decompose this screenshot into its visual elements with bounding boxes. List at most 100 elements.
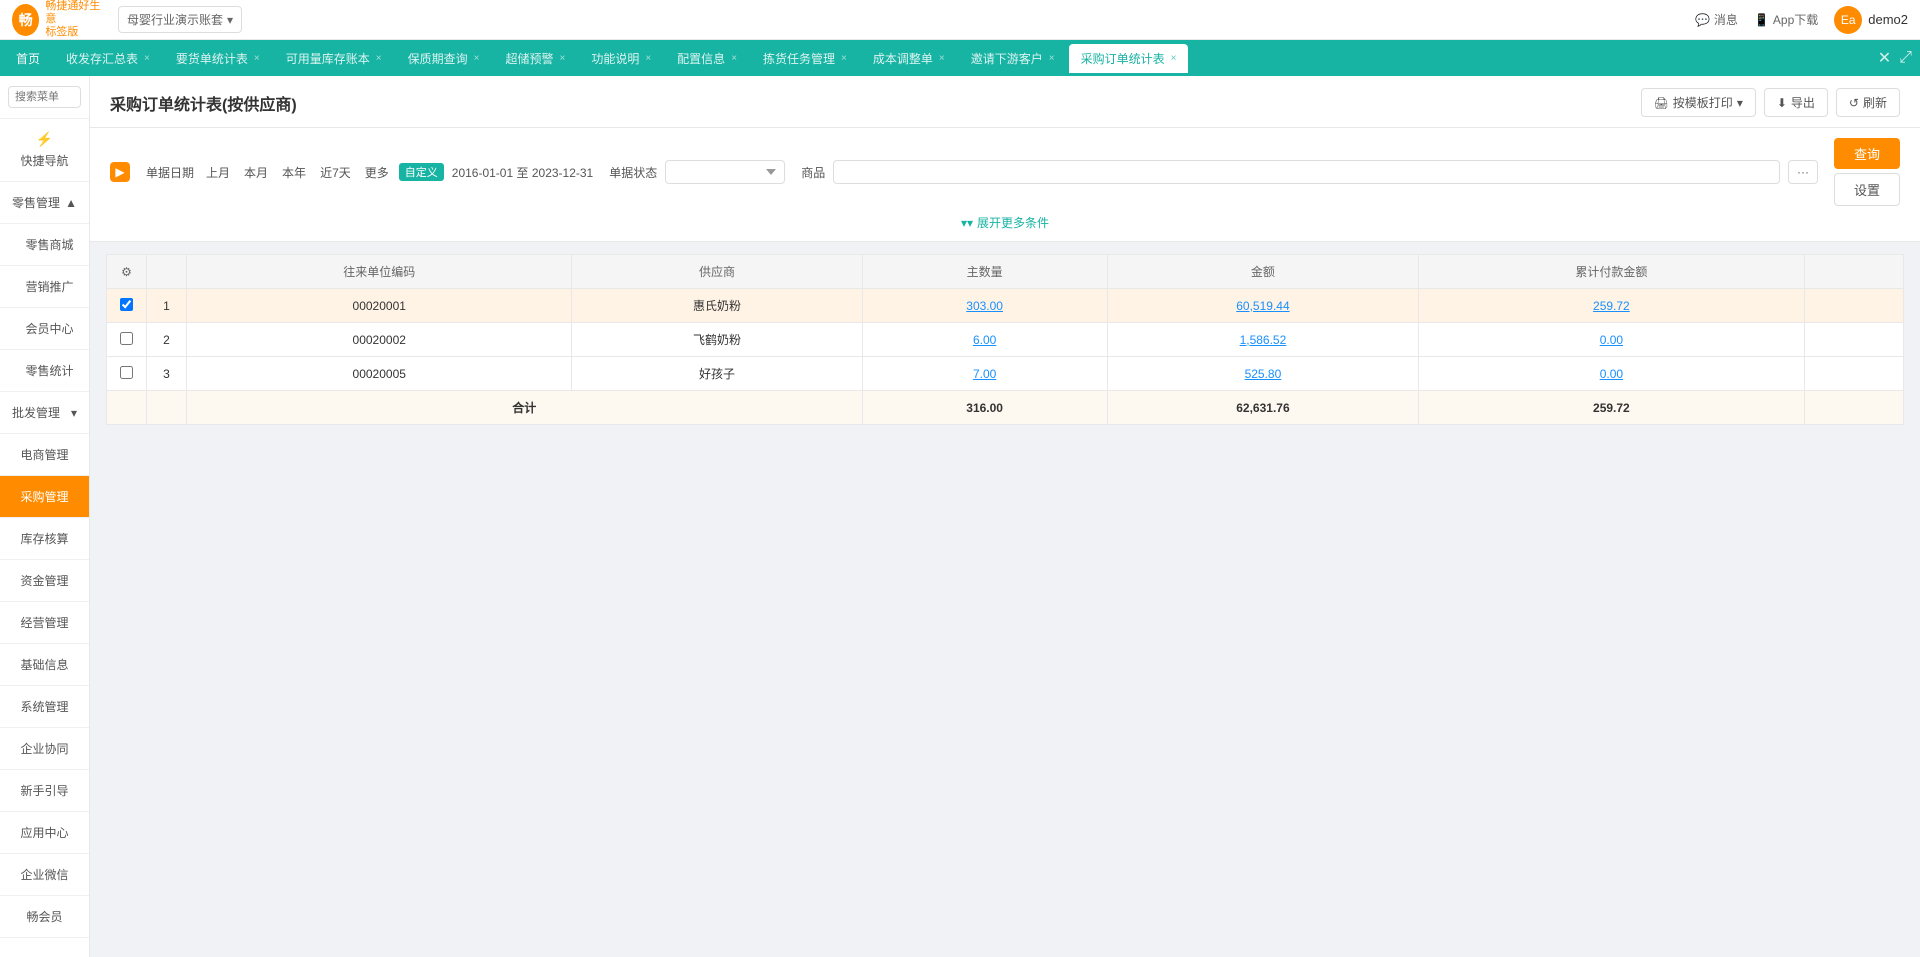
goods-input[interactable]	[833, 160, 1780, 184]
date-shortcuts: 上月 本月 本年 近7天 更多 自定义	[202, 162, 444, 183]
sidebar-item-retail-mgmt[interactable]: 零售管理 ▲	[0, 182, 89, 224]
row-amount: 1,586.52	[1107, 323, 1418, 357]
close-icon[interactable]: ×	[841, 53, 847, 64]
amount-link[interactable]: 525.80	[1245, 367, 1282, 381]
tab-kuyongliang[interactable]: 可用量库存账本 ×	[274, 44, 394, 73]
row-select-checkbox[interactable]	[120, 298, 133, 311]
table-row[interactable]: 2 00020002 飞鹤奶粉 6.00 1,586.52 0.00	[107, 323, 1904, 357]
goods-ellipsis-button[interactable]: ···	[1788, 160, 1818, 184]
sidebar-item-retail-mall[interactable]: 零售商城	[0, 224, 89, 266]
amount-link[interactable]: 1,586.52	[1240, 333, 1287, 347]
tab-jianhuo[interactable]: 拣货任务管理 ×	[751, 44, 859, 73]
maximize-icon[interactable]: ⤢	[1899, 49, 1912, 67]
search-input[interactable]	[8, 86, 81, 108]
row-select-checkbox[interactable]	[120, 332, 133, 345]
tab-home[interactable]: 首页	[4, 44, 52, 73]
tab-chaochu[interactable]: 超储预警 ×	[493, 44, 577, 73]
7days-shortcut[interactable]: 近7天	[316, 162, 355, 183]
paid-link[interactable]: 0.00	[1600, 333, 1623, 347]
refresh-button[interactable]: ↺ 刷新	[1836, 88, 1900, 117]
app-download-button[interactable]: 📱 App下载	[1754, 11, 1818, 28]
tab-yaoqing[interactable]: 邀请下游客户 ×	[959, 44, 1067, 73]
close-icon[interactable]: ×	[1049, 53, 1055, 64]
close-window-icon[interactable]: ✕	[1878, 48, 1891, 68]
tab-baozhi[interactable]: 保质期查询 ×	[396, 44, 492, 73]
sidebar-item-wholesale[interactable]: 批发管理 ▾	[0, 392, 89, 434]
close-icon[interactable]: ×	[474, 53, 480, 64]
status-select[interactable]	[665, 160, 785, 184]
tab-peizhi[interactable]: 配置信息 ×	[665, 44, 749, 73]
more-shortcut[interactable]: 更多	[361, 162, 393, 183]
prev-month-shortcut[interactable]: 上月	[202, 162, 234, 183]
row-extra	[1804, 357, 1903, 391]
table-row[interactable]: 3 00020005 好孩子 7.00 525.80 0.00	[107, 357, 1904, 391]
tab-chengben[interactable]: 成本调整单 ×	[861, 44, 957, 73]
tab-caigou-active[interactable]: 采购订单统计表 ×	[1069, 44, 1189, 73]
close-icon[interactable]: ×	[731, 53, 737, 64]
sidebar-item-marketing[interactable]: 营销推广	[0, 266, 89, 308]
top-bar: 畅 畅捷通好生意 标签版 母婴行业演示账套 ▾ 💬 消息 📱 App下载 Ea …	[0, 0, 1920, 40]
row-checkbox[interactable]	[107, 323, 147, 357]
sidebar-item-finance[interactable]: 资金管理	[0, 560, 89, 602]
custom-badge: 自定义	[399, 163, 444, 181]
sidebar-item-ecom[interactable]: 电商管理	[0, 434, 89, 476]
close-icon[interactable]: ×	[254, 53, 260, 64]
paid-link[interactable]: 259.72	[1593, 299, 1630, 313]
this-month-shortcut[interactable]: 本月	[240, 162, 272, 183]
sidebar-search-area[interactable]	[0, 76, 89, 119]
column-settings-icon[interactable]: ⚙	[121, 265, 132, 279]
sidebar-item-quicknav[interactable]: ⚡ 快捷导航	[0, 119, 89, 182]
close-icon[interactable]: ×	[1171, 53, 1177, 64]
row-select-checkbox[interactable]	[120, 366, 133, 379]
row-checkbox[interactable]	[107, 357, 147, 391]
query-button[interactable]: 查询	[1834, 138, 1900, 169]
close-icon[interactable]: ×	[645, 53, 651, 64]
export-button[interactable]: ⬇ 导出	[1764, 88, 1828, 117]
workspace-selector[interactable]: 母婴行业演示账套 ▾	[118, 6, 242, 33]
sidebar-item-appstore[interactable]: 应用中心	[0, 812, 89, 854]
goods-filter-group: 商品 ···	[801, 160, 1818, 184]
close-icon[interactable]: ×	[939, 53, 945, 64]
settings-button[interactable]: 设置	[1834, 173, 1900, 206]
sidebar-item-collab[interactable]: 企业协同	[0, 728, 89, 770]
tab-gongneng[interactable]: 功能说明 ×	[579, 44, 663, 73]
content-area: 采购订单统计表(按供应商) 🖨 按模板打印 ▾ ⬇ 导出 ↺ 刷新	[90, 76, 1920, 957]
sidebar-item-basic-info[interactable]: 基础信息	[0, 644, 89, 686]
username-label: demo2	[1868, 12, 1908, 27]
message-button[interactable]: 💬 消息	[1695, 11, 1738, 28]
sidebar-item-newguide[interactable]: 新手引导	[0, 770, 89, 812]
nav-tabs-actions: ✕ ⤢	[1878, 48, 1916, 68]
table-footer-row: 合计 316.00 62,631.76 259.72	[107, 391, 1904, 425]
print-button[interactable]: 🖨 按模板打印 ▾	[1641, 88, 1756, 117]
sidebar-item-purchase[interactable]: 采购管理	[0, 476, 89, 518]
qty-link[interactable]: 6.00	[973, 333, 996, 347]
data-table: ⚙ 往来单位编码 供应商 主数量 金额 累计付款金额	[106, 254, 1904, 425]
sidebar-item-system[interactable]: 系统管理	[0, 686, 89, 728]
footer-amount: 62,631.76	[1107, 391, 1418, 425]
sidebar-item-wechat-work[interactable]: 企业微信	[0, 854, 89, 896]
sidebar-item-member-vip[interactable]: 畅会员	[0, 896, 89, 938]
footer-extra	[1804, 391, 1903, 425]
row-unit-code: 00020005	[187, 357, 572, 391]
amount-link[interactable]: 60,519.44	[1236, 299, 1289, 313]
expand-more-button[interactable]: ▾▾ 展开更多条件	[961, 214, 1049, 231]
tab-yaohuo[interactable]: 要货单统计表 ×	[164, 44, 272, 73]
sidebar-item-member[interactable]: 会员中心	[0, 308, 89, 350]
table-row[interactable]: 1 00020001 惠氏奶粉 303.00 60,519.44 259.72	[107, 289, 1904, 323]
user-area[interactable]: Ea demo2	[1834, 6, 1908, 34]
qty-link[interactable]: 7.00	[973, 367, 996, 381]
row-checkbox[interactable]	[107, 289, 147, 323]
sidebar-item-operations[interactable]: 经营管理	[0, 602, 89, 644]
close-icon[interactable]: ×	[376, 53, 382, 64]
paid-link[interactable]: 0.00	[1600, 367, 1623, 381]
close-icon[interactable]: ×	[559, 53, 565, 64]
qty-link[interactable]: 303.00	[966, 299, 1003, 313]
this-year-shortcut[interactable]: 本年	[278, 162, 310, 183]
sidebar-item-retail-stats[interactable]: 零售统计	[0, 350, 89, 392]
tab-shoufacun[interactable]: 收发存汇总表 ×	[54, 44, 162, 73]
sidebar-item-inventory[interactable]: 库存核算	[0, 518, 89, 560]
close-icon[interactable]: ×	[144, 53, 150, 64]
row-paid: 0.00	[1419, 357, 1804, 391]
filter-expand-button[interactable]: ▶	[110, 162, 130, 182]
avatar: Ea	[1834, 6, 1862, 34]
